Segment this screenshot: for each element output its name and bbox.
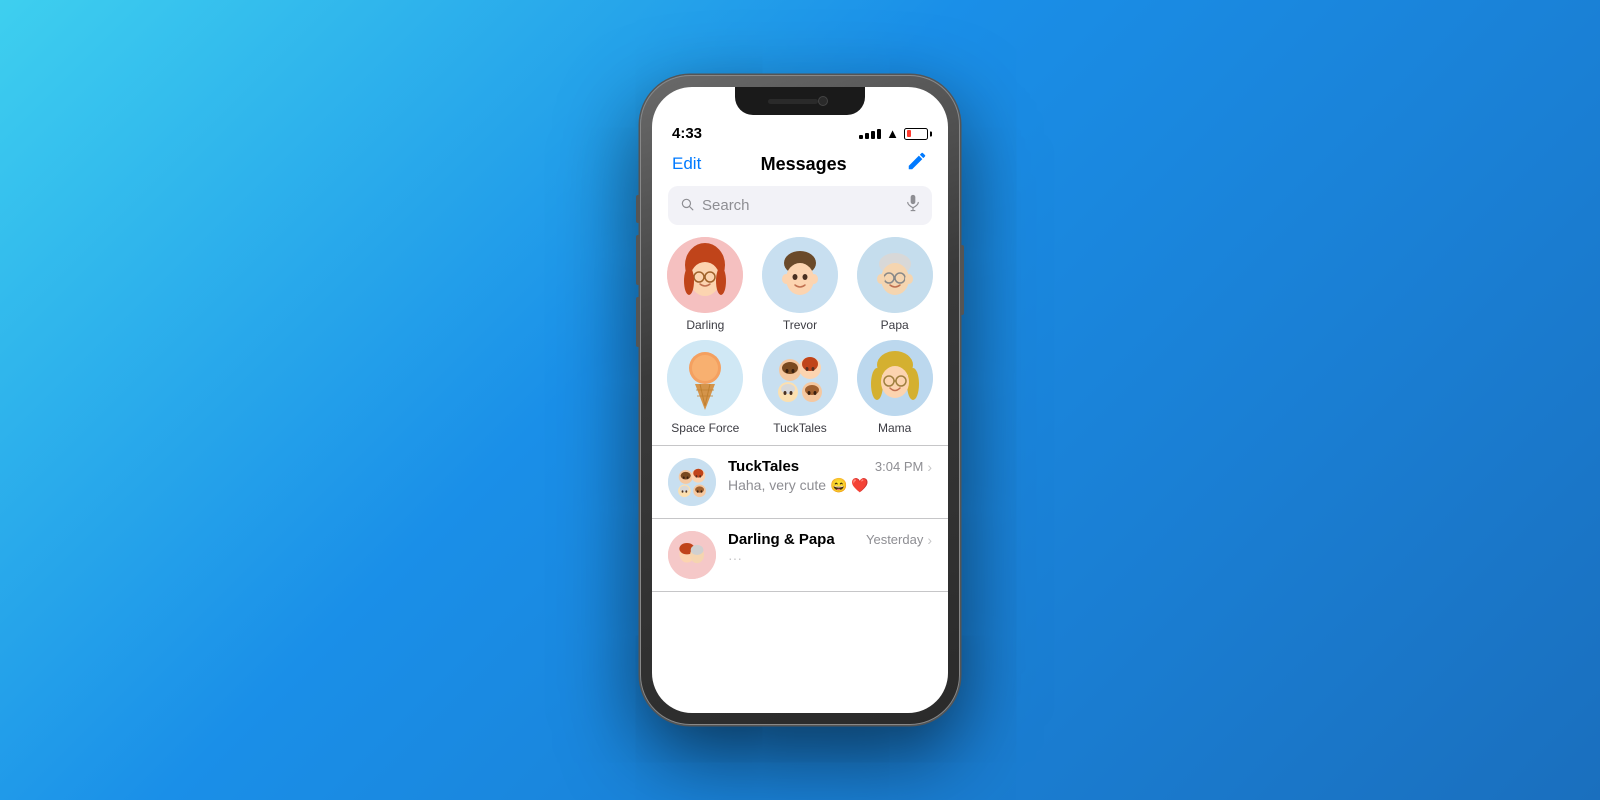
search-container: Search xyxy=(652,186,948,237)
conv-top-tucktales: TuckTales 3:04 PM › xyxy=(728,458,932,475)
signal-dot-3 xyxy=(871,131,875,139)
conv-avatar-tucktales xyxy=(668,458,716,506)
status-icons: ▲ xyxy=(859,126,928,141)
conv-time-darling-papa: Yesterday › xyxy=(866,532,932,548)
pinned-contacts: Darling xyxy=(652,237,948,445)
pin-label-spaceforce: Space Force xyxy=(671,421,739,435)
wifi-icon: ▲ xyxy=(886,126,899,141)
conv-name-darling-papa: Darling & Papa xyxy=(728,531,835,548)
phone-frame: 4:33 ▲ Edit Messages xyxy=(640,75,960,725)
pin-tucktales[interactable]: TuckTales xyxy=(757,340,844,435)
conv-preview-darling-papa: ··· xyxy=(728,550,932,566)
pin-label-papa: Papa xyxy=(881,318,909,332)
notch xyxy=(735,87,865,115)
compose-button[interactable] xyxy=(906,150,928,178)
search-bar[interactable]: Search xyxy=(668,186,932,225)
camera xyxy=(818,96,828,106)
pin-avatar-trevor xyxy=(762,237,838,313)
mute-button xyxy=(636,195,639,223)
search-icon xyxy=(680,197,694,214)
pin-avatar-mama xyxy=(857,340,933,416)
chevron-right-icon: › xyxy=(927,459,932,475)
pin-label-trevor: Trevor xyxy=(783,318,817,332)
edit-button[interactable]: Edit xyxy=(672,154,701,174)
signal-dot-4 xyxy=(877,129,881,139)
speaker-grille xyxy=(768,99,818,104)
battery-fill xyxy=(907,130,912,137)
conv-tucktales[interactable]: TuckTales 3:04 PM › Haha, very cute 😄 ❤️ xyxy=(652,446,948,519)
pin-darling[interactable]: Darling xyxy=(662,237,749,332)
power-button xyxy=(961,245,964,315)
signal-icon xyxy=(859,129,881,139)
pin-label-darling: Darling xyxy=(686,318,724,332)
pin-mama[interactable]: Mama xyxy=(851,340,938,435)
conv-content-darling-papa: Darling & Papa Yesterday › ··· xyxy=(728,531,932,566)
pin-avatar-darling xyxy=(667,237,743,313)
volume-down-button xyxy=(636,297,639,347)
chevron-right-icon-2: › xyxy=(927,532,932,548)
phone-screen: 4:33 ▲ Edit Messages xyxy=(652,87,948,713)
signal-dot-2 xyxy=(865,133,869,139)
volume-up-button xyxy=(636,235,639,285)
conv-top-darling-papa: Darling & Papa Yesterday › xyxy=(728,531,932,548)
search-input[interactable]: Search xyxy=(702,197,898,214)
pin-avatar-tucktales xyxy=(762,340,838,416)
pin-label-tucktales: TuckTales xyxy=(773,421,827,435)
conversation-list: TuckTales 3:04 PM › Haha, very cute 😄 ❤️ xyxy=(652,445,948,713)
pin-label-mama: Mama xyxy=(878,421,911,435)
pin-spaceforce[interactable]: Space Force xyxy=(662,340,749,435)
pin-avatar-spaceforce xyxy=(667,340,743,416)
pin-trevor[interactable]: Trevor xyxy=(757,237,844,332)
pin-avatar-papa xyxy=(857,237,933,313)
battery-icon xyxy=(904,128,928,140)
conv-darling-papa[interactable]: Darling & Papa Yesterday › ··· xyxy=(652,519,948,592)
nav-title: Messages xyxy=(761,154,847,175)
pin-papa[interactable]: Papa xyxy=(851,237,938,332)
mic-icon[interactable] xyxy=(906,194,920,217)
nav-bar: Edit Messages xyxy=(652,146,948,186)
conv-name-tucktales: TuckTales xyxy=(728,458,799,475)
conv-content-tucktales: TuckTales 3:04 PM › Haha, very cute 😄 ❤️ xyxy=(728,458,932,494)
status-time: 4:33 xyxy=(672,125,702,142)
conv-avatar-darling-papa xyxy=(668,531,716,579)
conv-preview-tucktales: Haha, very cute 😄 ❤️ xyxy=(728,477,932,494)
signal-dot-1 xyxy=(859,135,863,139)
conv-time-tucktales: 3:04 PM › xyxy=(875,459,932,475)
